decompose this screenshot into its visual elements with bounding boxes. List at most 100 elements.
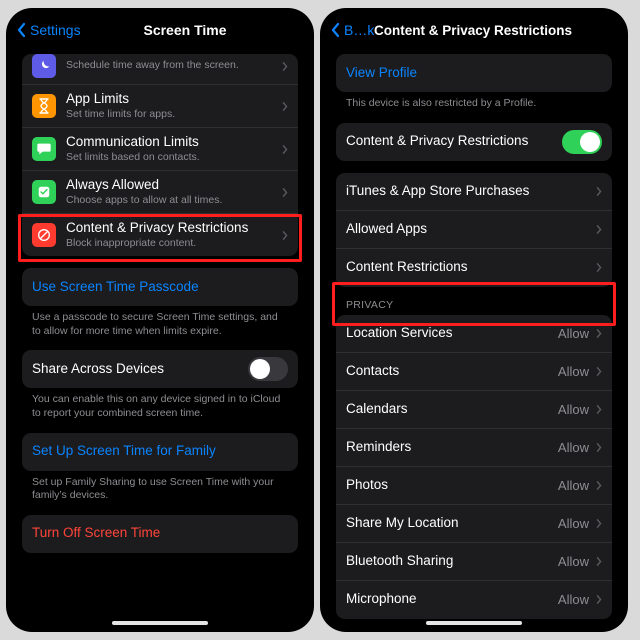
bluetooth-sharing-label: Bluetooth Sharing — [346, 553, 558, 570]
chevron-right-icon — [595, 186, 602, 197]
nosign-icon — [32, 223, 56, 247]
content-restrictions-label: Content Restrictions — [346, 259, 595, 276]
back-label: B…k — [344, 22, 374, 38]
restrictions-toggle-label: Content & Privacy Restrictions — [346, 133, 562, 150]
check-icon — [32, 180, 56, 204]
communication-limits-subtitle: Set limits based on contacts. — [66, 151, 281, 164]
navbar: B…k Content & Privacy Restrictions — [324, 12, 624, 48]
calendars-label: Calendars — [346, 401, 558, 418]
view-profile-row[interactable]: View Profile — [336, 54, 612, 92]
screen-time-phone: Settings Screen Time Schedule time away … — [6, 8, 314, 632]
privacy-group: Location Services Allow Contacts Allow C… — [336, 315, 612, 619]
microphone-label: Microphone — [346, 591, 558, 608]
contacts-row[interactable]: Contacts Allow — [336, 353, 612, 391]
chevron-right-icon — [595, 366, 602, 377]
allowed-apps-row[interactable]: Allowed Apps — [336, 211, 612, 249]
content-restrictions-row[interactable]: Content Restrictions — [336, 249, 612, 287]
moon-icon — [32, 54, 56, 78]
profile-group: View Profile — [336, 54, 612, 92]
family-row[interactable]: Set Up Screen Time for Family — [22, 433, 298, 471]
bluetooth-sharing-row[interactable]: Bluetooth Sharing Allow — [336, 543, 612, 581]
family-footer: Set up Family Sharing to use Screen Time… — [10, 471, 310, 503]
profile-footer: This device is also restricted by a Prof… — [324, 92, 624, 111]
contacts-label: Contacts — [346, 363, 558, 380]
restrictions-group: iTunes & App Store Purchases Allowed App… — [336, 173, 612, 287]
content-privacy-subtitle: Block inappropriate content. — [66, 237, 281, 250]
chevron-right-icon — [595, 224, 602, 235]
chevron-right-icon — [281, 187, 288, 198]
calendars-row[interactable]: Calendars Allow — [336, 391, 612, 429]
bluetooth-sharing-value: Allow — [558, 554, 589, 569]
share-my-location-value: Allow — [558, 516, 589, 531]
family-group: Set Up Screen Time for Family — [22, 433, 298, 471]
app-limits-row[interactable]: App Limits Set time limits for apps. — [22, 85, 298, 128]
chevron-right-icon — [595, 328, 602, 339]
downtime-row[interactable]: Schedule time away from the screen. — [22, 54, 298, 85]
chevron-right-icon — [595, 556, 602, 567]
app-limits-title: App Limits — [66, 91, 281, 108]
home-indicator[interactable] — [426, 621, 522, 625]
passcode-footer: Use a passcode to secure Screen Time set… — [10, 306, 310, 338]
microphone-row[interactable]: Microphone Allow — [336, 581, 612, 619]
share-across-devices-row[interactable]: Share Across Devices — [22, 350, 298, 388]
chevron-right-icon — [595, 594, 602, 605]
use-passcode-row[interactable]: Use Screen Time Passcode — [22, 268, 298, 306]
restrictions-toggle[interactable] — [562, 130, 602, 154]
content-privacy-phone: B…k Content & Privacy Restrictions View … — [320, 8, 628, 632]
photos-label: Photos — [346, 477, 558, 494]
bubble-icon — [32, 137, 56, 161]
back-button[interactable]: B…k — [330, 22, 374, 38]
turn-off-row[interactable]: Turn Off Screen Time — [22, 515, 298, 553]
privacy-header: Privacy — [324, 287, 624, 315]
home-indicator[interactable] — [112, 621, 208, 625]
reminders-label: Reminders — [346, 439, 558, 456]
chevron-right-icon — [281, 101, 288, 112]
itunes-row[interactable]: iTunes & App Store Purchases — [336, 173, 612, 211]
passcode-group: Use Screen Time Passcode — [22, 268, 298, 306]
content-privacy-title: Content & Privacy Restrictions — [66, 220, 281, 237]
turnoff-group: Turn Off Screen Time — [22, 515, 298, 553]
chevron-left-icon — [16, 22, 28, 38]
itunes-label: iTunes & App Store Purchases — [346, 183, 595, 200]
photos-row[interactable]: Photos Allow — [336, 467, 612, 505]
allowed-apps-label: Allowed Apps — [346, 221, 595, 238]
nav-title: Content & Privacy Restrictions — [374, 23, 614, 38]
share-footer: You can enable this on any device signed… — [10, 388, 310, 420]
share-my-location-label: Share My Location — [346, 515, 558, 532]
chevron-right-icon — [595, 518, 602, 529]
family-label: Set Up Screen Time for Family — [32, 443, 288, 460]
chevron-right-icon — [595, 442, 602, 453]
turn-off-label: Turn Off Screen Time — [32, 525, 288, 542]
microphone-value: Allow — [558, 592, 589, 607]
downtime-subtitle: Schedule time away from the screen. — [66, 59, 281, 72]
reminders-row[interactable]: Reminders Allow — [336, 429, 612, 467]
share-devices-label: Share Across Devices — [32, 361, 248, 378]
share-group: Share Across Devices — [22, 350, 298, 388]
hourglass-icon — [32, 94, 56, 118]
features-group: Schedule time away from the screen. App … — [22, 54, 298, 256]
nav-title: Screen Time — [70, 22, 300, 38]
share-my-location-row[interactable]: Share My Location Allow — [336, 505, 612, 543]
chevron-left-icon — [330, 22, 342, 38]
content-privacy-row[interactable]: Content & Privacy Restrictions Block ina… — [22, 214, 298, 256]
app-limits-subtitle: Set time limits for apps. — [66, 108, 281, 121]
restrictions-toggle-row[interactable]: Content & Privacy Restrictions — [336, 123, 612, 161]
always-allowed-row[interactable]: Always Allowed Choose apps to allow at a… — [22, 171, 298, 214]
photos-value: Allow — [558, 478, 589, 493]
location-services-value: Allow — [558, 326, 589, 341]
communication-limits-title: Communication Limits — [66, 134, 281, 151]
share-toggle[interactable] — [248, 357, 288, 381]
chevron-right-icon — [281, 230, 288, 241]
always-allowed-subtitle: Choose apps to allow at all times. — [66, 194, 281, 207]
view-profile-label: View Profile — [346, 65, 602, 82]
chevron-right-icon — [595, 262, 602, 273]
always-allowed-title: Always Allowed — [66, 177, 281, 194]
location-services-row[interactable]: Location Services Allow — [336, 315, 612, 353]
chevron-right-icon — [595, 404, 602, 415]
chevron-right-icon — [595, 480, 602, 491]
communication-limits-row[interactable]: Communication Limits Set limits based on… — [22, 128, 298, 171]
chevron-right-icon — [281, 144, 288, 155]
main-toggle-group: Content & Privacy Restrictions — [336, 123, 612, 161]
use-passcode-label: Use Screen Time Passcode — [32, 279, 288, 296]
chevron-right-icon — [281, 61, 288, 72]
